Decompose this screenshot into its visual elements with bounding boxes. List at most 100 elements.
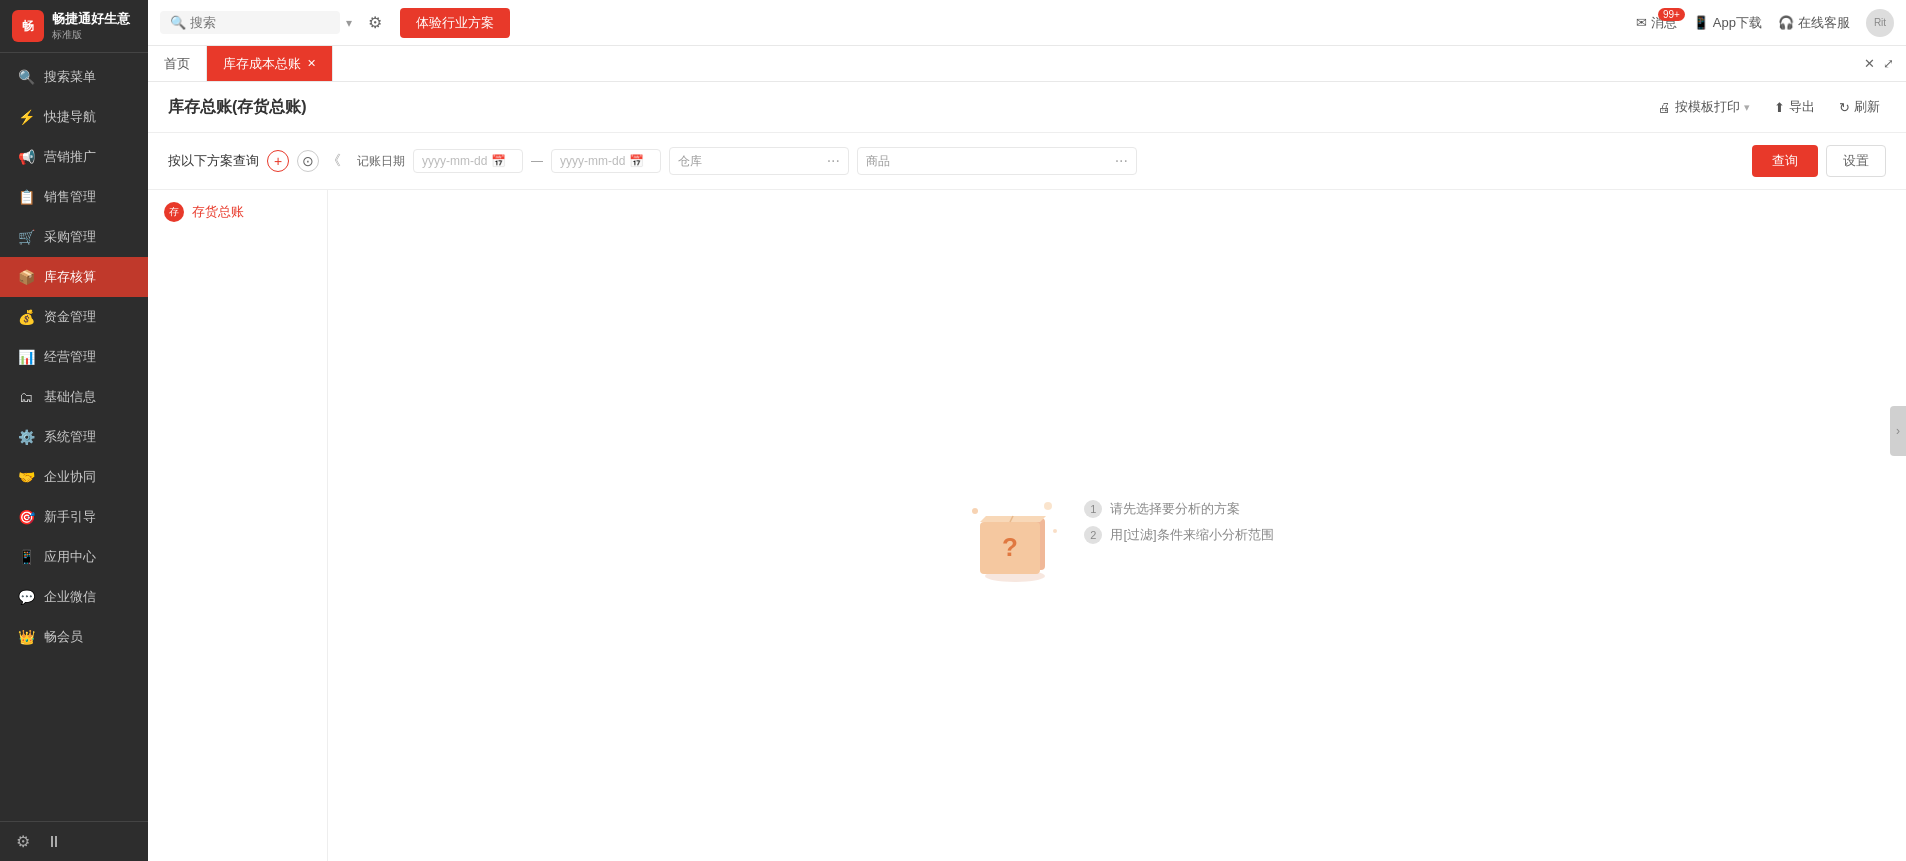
user-avatar[interactable]: Rit bbox=[1866, 9, 1894, 37]
filter-inputs: 记账日期 yyyy-mm-dd 📅 — yyyy-mm-dd 📅 仓库 ··· bbox=[357, 147, 1736, 175]
print-dropdown-icon: ▾ bbox=[1744, 101, 1750, 114]
filter-collapse-button[interactable]: 《 bbox=[327, 152, 341, 170]
page-title: 库存总账(存货总账) bbox=[168, 97, 307, 118]
sidebar-item-inventory[interactable]: 📦 库存核算 bbox=[0, 257, 148, 297]
search-input[interactable] bbox=[190, 15, 330, 30]
sidebar-item-quicknav[interactable]: ⚡ 快捷导航 bbox=[0, 97, 148, 137]
page-actions: 🖨 按模板打印 ▾ ⬆ 导出 ↻ 刷新 bbox=[1652, 94, 1886, 120]
scheme-item-icon: 存 bbox=[164, 202, 184, 222]
wechat-icon: 💬 bbox=[16, 587, 36, 607]
sidebar-item-wechat[interactable]: 💬 企业微信 bbox=[0, 577, 148, 617]
main-area: 🔍 ▾ ⚙ 体验行业方案 ✉ 消息 99+ 📱 App下载 🎧 在线客服 Rit bbox=[148, 0, 1906, 861]
tab-home[interactable]: 首页 bbox=[148, 46, 207, 81]
empty-tip-1: 1 请先选择要分析的方案 bbox=[1084, 500, 1273, 518]
purchase-icon: 🛒 bbox=[16, 227, 36, 247]
guide-icon: 🎯 bbox=[16, 507, 36, 527]
topbar-right: ✉ 消息 99+ 📱 App下载 🎧 在线客服 Rit bbox=[1636, 9, 1894, 37]
logo-icon: 畅 bbox=[12, 10, 44, 42]
refresh-button[interactable]: ↻ 刷新 bbox=[1833, 94, 1886, 120]
add-filter-button[interactable]: + bbox=[267, 150, 289, 172]
query-button[interactable]: 查询 bbox=[1752, 145, 1818, 177]
search-box-icon: 🔍 bbox=[170, 15, 186, 30]
goods-input[interactable]: 商品 ··· bbox=[857, 147, 1137, 175]
topbar: 🔍 ▾ ⚙ 体验行业方案 ✉ 消息 99+ 📱 App下载 🎧 在线客服 Rit bbox=[148, 0, 1906, 46]
empty-inner: ? 1 请先选择要分析的方案 bbox=[960, 476, 1273, 576]
app-download-icon: 📱 bbox=[1693, 15, 1709, 30]
settings-button-filter[interactable]: 设置 bbox=[1826, 145, 1886, 177]
tab-expand-icon[interactable]: ⤢ bbox=[1883, 56, 1894, 71]
export-icon: ⬆ bbox=[1774, 100, 1785, 115]
app-download-button[interactable]: 📱 App下载 bbox=[1693, 14, 1762, 32]
trial-button[interactable]: 体验行业方案 bbox=[400, 8, 510, 38]
tip-num-1: 1 bbox=[1084, 500, 1102, 518]
tab-close-icon[interactable]: ✕ bbox=[307, 57, 316, 70]
svg-point-6 bbox=[972, 508, 978, 514]
scheme-panel: 存 存货总账 bbox=[148, 190, 328, 861]
gear-button[interactable]: ⚙ bbox=[360, 8, 390, 38]
tab-bar: 首页 库存成本总账 ✕ ✕ ⤢ bbox=[148, 46, 1906, 82]
warehouse-input[interactable]: 仓库 ··· bbox=[669, 147, 849, 175]
empty-tips: 1 请先选择要分析的方案 2 用[过滤]条件来缩小分析范围 bbox=[1084, 500, 1273, 552]
right-panel-toggle[interactable]: › bbox=[1890, 406, 1906, 456]
app-logo: 畅 畅捷通好生意 标准版 bbox=[0, 0, 148, 53]
goods-more-icon: ··· bbox=[1115, 152, 1128, 170]
tab-inventory-cost[interactable]: 库存成本总账 ✕ bbox=[207, 46, 333, 81]
sidebar-item-finance[interactable]: 💰 资金管理 bbox=[0, 297, 148, 337]
date-separator: — bbox=[531, 154, 543, 168]
quicknav-icon: ⚡ bbox=[16, 107, 36, 127]
sidebar-nav: 🔍 搜索菜单 ⚡ 快捷导航 📢 营销推广 📋 销售管理 🛒 采购管理 📦 库存核… bbox=[0, 53, 148, 821]
svg-point-8 bbox=[1044, 502, 1052, 510]
message-button[interactable]: ✉ 消息 99+ bbox=[1636, 14, 1677, 32]
scheme-item-label: 存货总账 bbox=[192, 203, 244, 221]
apps-icon: 📱 bbox=[16, 547, 36, 567]
empty-svg-illustration: ? bbox=[960, 476, 1070, 586]
sidebar-item-system[interactable]: ⚙️ 系统管理 bbox=[0, 417, 148, 457]
page-inner: 库存总账(存货总账) 🖨 按模板打印 ▾ ⬆ 导出 ↻ 刷新 bbox=[148, 82, 1906, 861]
marketing-icon: 📢 bbox=[16, 147, 36, 167]
sidebar-item-operations[interactable]: 📊 经营管理 bbox=[0, 337, 148, 377]
sales-icon: 📋 bbox=[16, 187, 36, 207]
sidebar-item-member[interactable]: 👑 畅会员 bbox=[0, 617, 148, 657]
online-service-icon: 🎧 bbox=[1778, 15, 1794, 30]
sidebar-footer: ⚙ ⏸ bbox=[0, 821, 148, 861]
empty-tip-2: 2 用[过滤]条件来缩小分析范围 bbox=[1084, 526, 1273, 544]
print-button[interactable]: 🖨 按模板打印 ▾ bbox=[1652, 94, 1756, 120]
system-icon: ⚙️ bbox=[16, 427, 36, 447]
search-box[interactable]: 🔍 bbox=[160, 11, 340, 34]
cooperation-icon: 🤝 bbox=[16, 467, 36, 487]
message-badge: 99+ bbox=[1658, 8, 1685, 21]
basic-icon: 🗂 bbox=[16, 387, 36, 407]
export-button[interactable]: ⬆ 导出 bbox=[1768, 94, 1821, 120]
topbar-left: 🔍 ▾ ⚙ 体验行业方案 bbox=[160, 8, 1636, 38]
tip-num-2: 2 bbox=[1084, 526, 1102, 544]
sidebar-item-guide[interactable]: 🎯 新手引导 bbox=[0, 497, 148, 537]
tab-close-all[interactable]: ✕ bbox=[1864, 56, 1875, 71]
sidebar-item-marketing[interactable]: 📢 营销推广 bbox=[0, 137, 148, 177]
sidebar-item-search[interactable]: 🔍 搜索菜单 bbox=[0, 57, 148, 97]
search-dropdown-icon[interactable]: ▾ bbox=[346, 16, 352, 30]
online-service-button[interactable]: 🎧 在线客服 bbox=[1778, 14, 1850, 32]
calendar-from-icon: 📅 bbox=[491, 154, 506, 168]
settings-button[interactable]: ⚙ bbox=[16, 832, 30, 851]
filter-submit-group: 查询 设置 bbox=[1752, 145, 1886, 177]
member-icon: 👑 bbox=[16, 627, 36, 647]
filter-section-label: 按以下方案查询 bbox=[168, 152, 259, 170]
sidebar-item-basic[interactable]: 🗂 基础信息 bbox=[0, 377, 148, 417]
filter-config-button[interactable]: ⊙ bbox=[297, 150, 319, 172]
logo-text: 畅捷通好生意 标准版 bbox=[52, 11, 130, 41]
sidebar-item-cooperation[interactable]: 🤝 企业协同 bbox=[0, 457, 148, 497]
search-icon: 🔍 bbox=[16, 67, 36, 87]
sidebar-item-purchase[interactable]: 🛒 采购管理 bbox=[0, 217, 148, 257]
svg-text:?: ? bbox=[1002, 532, 1018, 562]
sidebar-item-sales[interactable]: 📋 销售管理 bbox=[0, 177, 148, 217]
main-content-row: 存 存货总账 bbox=[148, 190, 1906, 861]
print-icon: 🖨 bbox=[1658, 100, 1671, 115]
sidebar-item-apps[interactable]: 📱 应用中心 bbox=[0, 537, 148, 577]
date-to-input[interactable]: yyyy-mm-dd 📅 bbox=[551, 149, 661, 173]
filter-bar-left: 按以下方案查询 + ⊙ 《 bbox=[168, 150, 341, 172]
svg-point-7 bbox=[1053, 529, 1057, 533]
date-from-input[interactable]: yyyy-mm-dd 📅 bbox=[413, 149, 523, 173]
scheme-item-stock-ledger[interactable]: 存 存货总账 bbox=[148, 194, 327, 230]
collapse-button[interactable]: ⏸ bbox=[46, 833, 62, 851]
filter-bar: 按以下方案查询 + ⊙ 《 记账日期 yyyy-mm-dd 📅 — yyyy-m… bbox=[148, 133, 1906, 190]
